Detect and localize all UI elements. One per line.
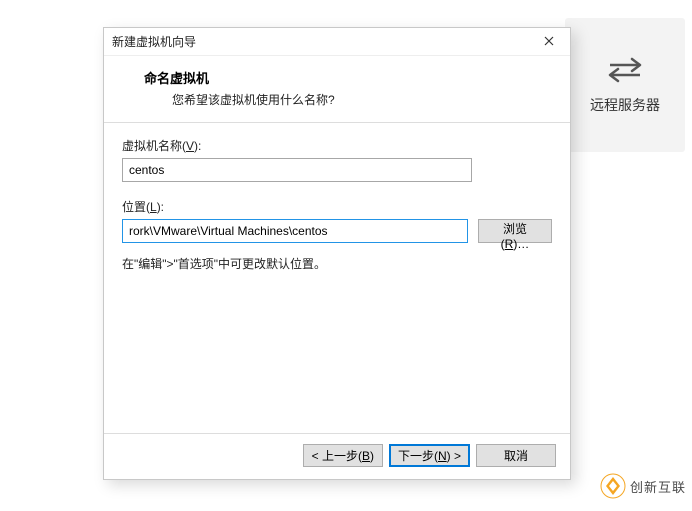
- new-vm-wizard-dialog: 新建虚拟机向导 命名虚拟机 您希望该虚拟机使用什么名称? 虚拟机名称(V): 位…: [103, 27, 571, 480]
- next-button[interactable]: 下一步(N) >: [389, 444, 470, 467]
- back-button[interactable]: < 上一步(B): [303, 444, 383, 467]
- remote-server-card[interactable]: 远程服务器: [565, 18, 685, 152]
- watermark: 创新互联: [600, 473, 686, 499]
- dialog-titlebar: 新建虚拟机向导: [104, 28, 570, 56]
- header-title: 命名虚拟机: [144, 68, 530, 87]
- browse-button[interactable]: 浏览(R)…: [478, 219, 552, 243]
- watermark-text: 创新互联: [630, 477, 686, 496]
- location-hint: 在"编辑">"首选项"中可更改默认位置。: [122, 255, 552, 272]
- watermark-icon: [600, 473, 626, 499]
- vm-name-label: 虚拟机名称(V):: [122, 137, 552, 154]
- dialog-footer: < 上一步(B) 下一步(N) > 取消: [104, 433, 570, 479]
- location-label: 位置(L):: [122, 198, 552, 215]
- dialog-body: 虚拟机名称(V): 位置(L): 浏览(R)… 在"编辑">"首选项"中可更改默…: [104, 123, 570, 433]
- close-button[interactable]: [534, 31, 564, 53]
- header-subtitle: 您希望该虚拟机使用什么名称?: [144, 91, 530, 108]
- close-icon: [544, 34, 554, 49]
- cancel-button[interactable]: 取消: [476, 444, 556, 467]
- vm-name-input[interactable]: [122, 158, 472, 182]
- location-input[interactable]: [122, 219, 468, 243]
- remote-server-icon: [604, 55, 646, 85]
- dialog-title: 新建虚拟机向导: [112, 33, 196, 50]
- remote-server-label: 远程服务器: [590, 95, 660, 115]
- dialog-header: 命名虚拟机 您希望该虚拟机使用什么名称?: [104, 56, 570, 123]
